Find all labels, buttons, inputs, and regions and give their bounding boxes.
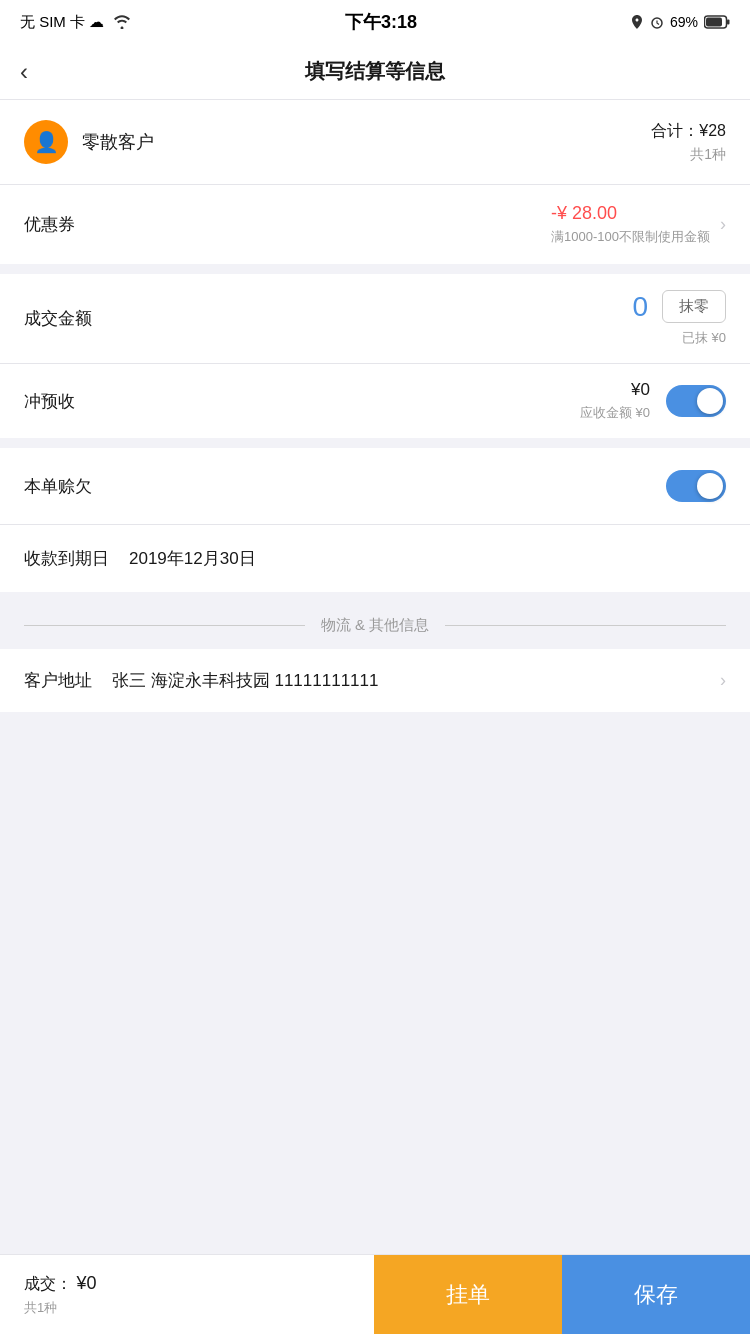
nav-bar: ‹ 填写结算等信息 [0,44,750,100]
debt-row: 本单赊欠 [0,448,750,524]
bottom-deal-amount: ¥0 [76,1273,96,1293]
coupon-values: -¥ 28.00 满1000-100不限制使用金额 [551,203,710,246]
customer-total: 合计：¥28 [651,121,726,142]
avatar: 👤 [24,120,68,164]
debt-toggle[interactable] [666,470,726,502]
status-left: 无 SIM 卡 ☁ [20,13,132,32]
coupon-right: -¥ 28.00 满1000-100不限制使用金额 › [551,203,726,246]
prepayment-values: ¥0 应收金额 ¥0 [580,380,650,422]
avatar-icon: 👤 [34,130,59,154]
bottom-count: 共1种 [24,1299,350,1317]
location-icon [630,15,644,29]
transaction-label: 成交金额 [24,307,92,330]
bottom-deal-label: 成交： [24,1275,72,1292]
address-chevron-icon: › [720,670,726,691]
hold-button[interactable]: 挂单 [374,1255,562,1335]
battery-text: 69% [670,14,698,30]
save-button[interactable]: 保存 [562,1255,750,1335]
bottom-bar: 成交： ¥0 共1种 挂单 保存 [0,1254,750,1334]
coupon-amount: -¥ 28.00 [551,203,710,224]
address-row[interactable]: 客户地址 张三 海淀永丰科技园 11111111111 › [0,649,750,712]
prepayment-right: ¥0 应收金额 ¥0 [580,380,726,422]
address-value: 张三 海淀永丰科技园 11111111111 [112,669,720,692]
alarm-icon [650,15,664,29]
prepayment-sub: 应收金额 ¥0 [580,404,650,422]
coupon-note: 满1000-100不限制使用金额 [551,228,710,246]
svg-rect-3 [706,18,722,27]
prepayment-label: 冲预收 [24,390,75,413]
customer-name: 零散客户 [82,130,154,154]
due-date-value: 2019年12月30日 [129,547,256,570]
transaction-right: 0 抹零 已抹 ¥0 [632,290,726,347]
page-title: 填写结算等信息 [305,58,445,85]
status-right: 69% [630,14,730,30]
customer-card: 👤 零散客户 合计：¥28 共1种 优惠券 -¥ 28.00 满1000-100… [0,100,750,264]
bottom-deal-row: 成交： ¥0 [24,1273,350,1295]
address-label: 客户地址 [24,669,92,692]
transaction-sub: 已抹 ¥0 [682,329,726,347]
customer-right: 合计：¥28 共1种 [651,121,726,164]
transaction-row: 成交金额 0 抹零 已抹 ¥0 [0,274,750,363]
chevron-right-icon: › [720,214,726,235]
no-sim-text: 无 SIM 卡 ☁ [20,13,104,32]
status-time: 下午3:18 [345,10,417,34]
prepayment-toggle[interactable] [666,385,726,417]
debt-label: 本单赊欠 [24,475,92,498]
customer-left: 👤 零散客户 [24,120,154,164]
coupon-row[interactable]: 优惠券 -¥ 28.00 满1000-100不限制使用金额 › [0,184,750,264]
bottom-info: 成交： ¥0 共1种 [0,1273,374,1317]
content: 👤 零散客户 合计：¥28 共1种 优惠券 -¥ 28.00 满1000-100… [0,100,750,812]
back-button[interactable]: ‹ [20,58,28,86]
prepayment-amount: ¥0 [580,380,650,400]
logistics-label: 物流 & 其他信息 [321,616,429,635]
amount-section: 成交金额 0 抹零 已抹 ¥0 冲预收 ¥0 应收金额 ¥0 [0,274,750,438]
prepayment-row: 冲预收 ¥0 应收金额 ¥0 [0,363,750,438]
logistics-header: 物流 & 其他信息 [0,602,750,649]
debt-section: 本单赊欠 收款到期日 2019年12月30日 [0,448,750,592]
logistics-line-left [24,625,305,626]
wifi-icon [112,15,132,29]
coupon-label: 优惠券 [24,213,75,236]
customer-row: 👤 零散客户 合计：¥28 共1种 [0,100,750,184]
battery-icon [704,15,730,29]
round-off-button[interactable]: 抹零 [662,290,726,323]
status-bar: 无 SIM 卡 ☁ 下午3:18 69% [0,0,750,44]
due-date-label: 收款到期日 [24,547,109,570]
logistics-line-right [445,625,726,626]
transaction-value: 0 [632,291,648,323]
due-date-row: 收款到期日 2019年12月30日 [0,524,750,592]
customer-count: 共1种 [651,146,726,164]
svg-rect-2 [727,20,730,25]
